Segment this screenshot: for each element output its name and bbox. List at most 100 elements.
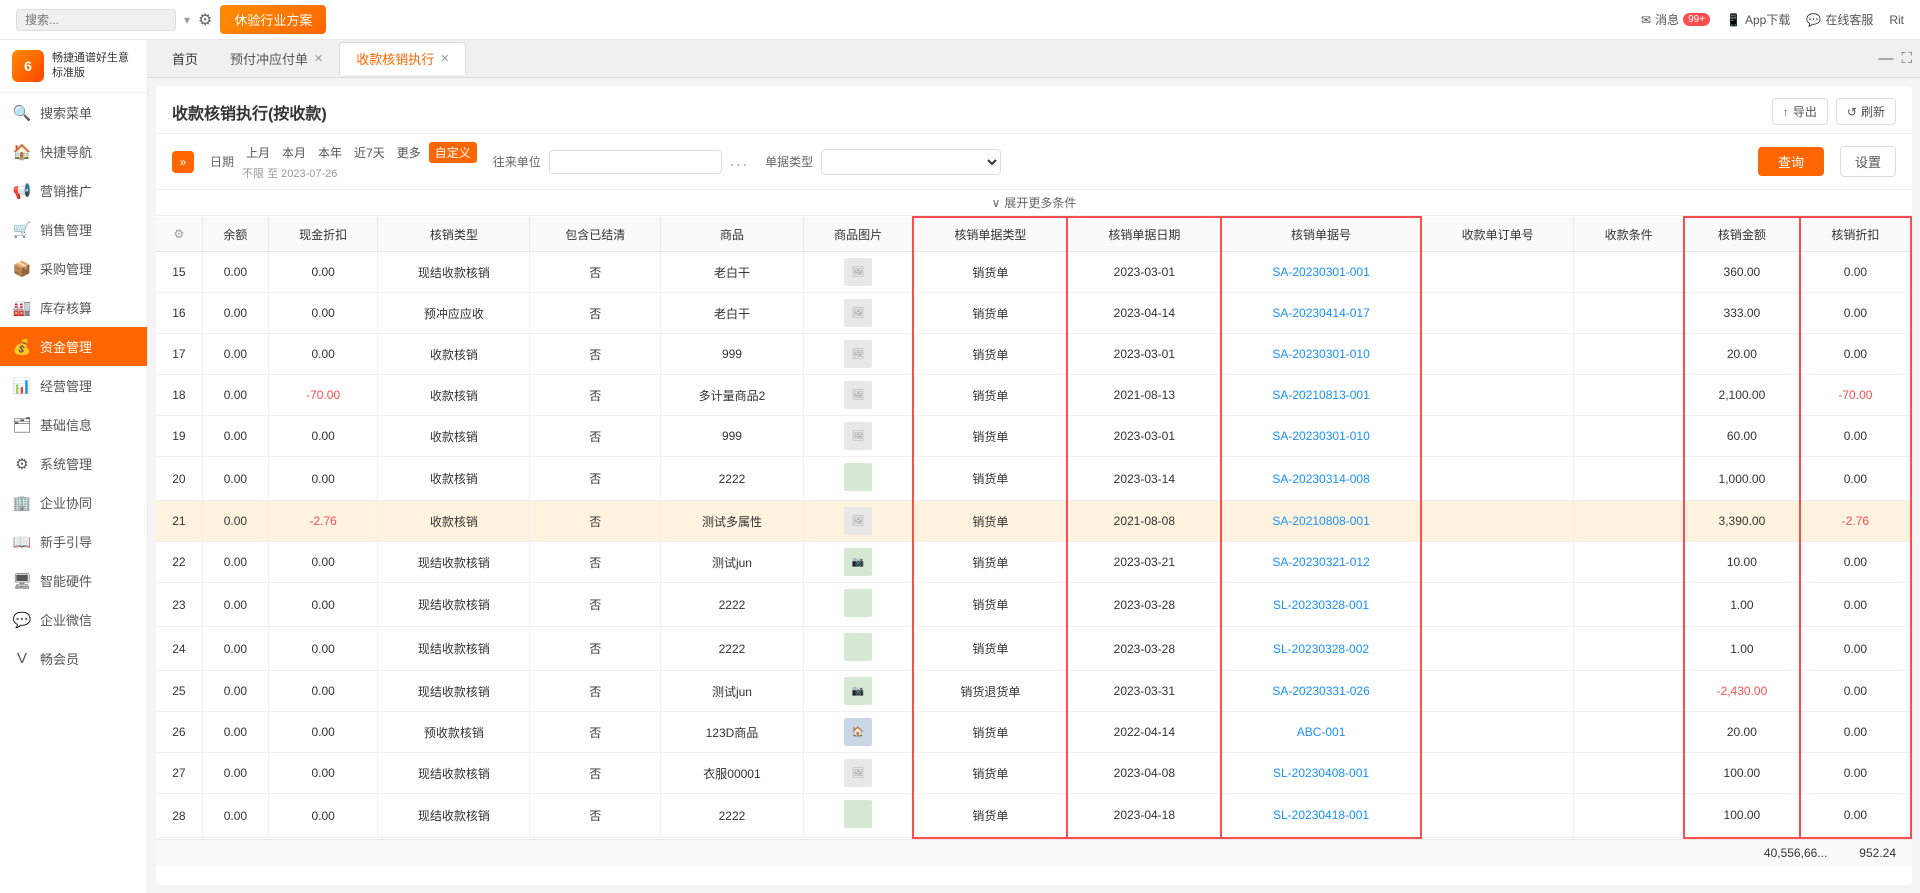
cell-bill-date: 2021-08-08 [1067,501,1221,542]
sidebar-item-label: 搜索菜单 [40,103,92,122]
cell-bill-date: 2023-03-21 [1067,542,1221,583]
sidebar-item-finance[interactable]: 💰资金管理 [0,327,147,366]
cell-writeoff-amount: 60.00 [1684,416,1800,457]
table-row[interactable]: 28 0.00 0.00 现结收款核销 否 2222 销货单 2023-04-1… [156,794,1911,838]
user-avatar[interactable]: Rit [1889,13,1904,27]
cell-bill-report-type: 销货单 [913,501,1067,542]
marketing-icon: 📢 [12,182,32,200]
bill-no-link[interactable]: SA-20230301-010 [1272,429,1369,443]
tab-prepay-close[interactable]: ✕ [314,52,323,65]
tab-minimize-button[interactable]: — [1878,50,1893,67]
refresh-button[interactable]: ↺ 刷新 [1836,98,1896,125]
cell-writeoff-discount: 0.00 [1800,712,1911,753]
table-row[interactable]: 24 0.00 0.00 现结收款核销 否 2222 销货单 2023-03-2… [156,627,1911,671]
gear-button[interactable]: ⚙ [198,10,212,30]
bill-no-link[interactable]: SA-20230321-012 [1272,555,1369,569]
cell-include-settled: 否 [530,334,661,375]
sidebar-item-inventory[interactable]: 🏭库存核算 [0,288,147,327]
bill-no-link[interactable]: SA-20230314-008 [1272,472,1369,486]
cell-writeoff-amount: 360.00 [1684,252,1800,293]
sidebar-item-marketing[interactable]: 📢营销推广 [0,171,147,210]
cell-bill-date: 2023-03-28 [1067,627,1221,671]
message-item[interactable]: ✉ 消息 99+ [1641,11,1710,28]
cell-bill-report-type: 销货退货单 [913,671,1067,712]
table-row[interactable]: 15 0.00 0.00 现结收款核销 否 老白干 🖼 销货单 2023-03-… [156,252,1911,293]
tab-home[interactable]: 首页 [156,43,214,74]
sidebar-item-purchase[interactable]: 📦采购管理 [0,249,147,288]
table-row[interactable]: 19 0.00 0.00 收款核销 否 999 🖼 销货单 2023-03-01… [156,416,1911,457]
cell-product: 老白干 [661,252,804,293]
bill-no-link[interactable]: SA-20230301-010 [1272,347,1369,361]
bill-no-link[interactable]: SA-20230301-001 [1272,265,1369,279]
bill-no-link[interactable]: SL-20230408-001 [1273,766,1369,780]
bill-no-link[interactable]: SL-20230328-002 [1273,642,1369,656]
sidebar-item-quicknav[interactable]: 🏠快捷导航 [0,132,147,171]
date-this-month[interactable]: 本月 [278,142,310,163]
sidebar-item-system[interactable]: ⚙系统管理 [0,444,147,483]
cell-balance: 0.00 [202,794,268,838]
sidebar-item-hardware[interactable]: 🖥智能硬件 [0,561,147,600]
wechat-icon: 💬 [12,611,32,629]
tab-collection[interactable]: 收款核销执行 ✕ [339,42,466,75]
tab-collection-close[interactable]: ✕ [440,52,449,65]
table-row[interactable]: 25 0.00 0.00 现结收款核销 否 测试jun 📷 销货退货单 2023… [156,671,1911,712]
bill-no-link[interactable]: SL-20230418-001 [1273,808,1369,822]
search-input[interactable] [16,9,176,31]
expand-button[interactable]: ∨ 展开更多条件 [992,194,1077,211]
cell-bill-report-type: 销货单 [913,334,1067,375]
corp-icon: 🏢 [12,494,32,512]
tab-maximize-button[interactable]: ⛶ [1901,50,1912,67]
bill-no-link[interactable]: ABC-001 [1297,725,1346,739]
cell-bill-date: 2023-03-14 [1067,457,1221,501]
bill-no-link[interactable]: SA-20210808-001 [1272,514,1369,528]
table-row[interactable]: 22 0.00 0.00 现结收款核销 否 测试jun 📷 销货单 2023-0… [156,542,1911,583]
table-row[interactable]: 20 0.00 0.00 收款核销 否 2222 销货单 2023-03-14 … [156,457,1911,501]
sidebar-item-wechat[interactable]: 💬企业微信 [0,600,147,639]
table-row[interactable]: 27 0.00 0.00 现结收款核销 否 衣服00001 🖼 销货单 2023… [156,753,1911,794]
col-settings-header[interactable]: ⚙ [156,217,202,252]
bill-no-link[interactable]: SA-20230331-026 [1272,684,1369,698]
cell-writeoff-amount: 100.00 [1684,753,1800,794]
bill-no-link[interactable]: SL-20230328-001 [1273,598,1369,612]
sidebar-item-label: 库存核算 [40,298,92,317]
date-more[interactable]: 更多 [393,142,425,163]
table-row[interactable]: 17 0.00 0.00 收款核销 否 999 🖼 销货单 2023-03-01… [156,334,1911,375]
export-button[interactable]: ↑ 导出 [1772,98,1828,125]
export-label: 导出 [1793,103,1817,120]
table-row[interactable]: 18 0.00 -70.00 收款核销 否 多计量商品2 🖼 销货单 2021-… [156,375,1911,416]
table-row[interactable]: 23 0.00 0.00 现结收款核销 否 2222 销货单 2023-03-2… [156,583,1911,627]
bill-type-label: 单据类型 [765,153,813,170]
date-last-month[interactable]: 上月 [242,142,274,163]
settings-button[interactable]: 设置 [1840,146,1896,177]
sidebar-item-sales[interactable]: 🛒销售管理 [0,210,147,249]
query-button[interactable]: 查询 [1758,147,1824,176]
filter-bill-type-section: 单据类型 [765,149,1001,175]
sidebar-item-corp[interactable]: 🏢企业协同 [0,483,147,522]
online-service-item[interactable]: 💬 在线客服 [1806,11,1873,28]
cell-bill-date: 2023-03-01 [1067,252,1221,293]
tab-prepay[interactable]: 预付冲应付单 ✕ [214,43,339,74]
sidebar-item-guide[interactable]: 📖新手引导 [0,522,147,561]
date-7days[interactable]: 近7天 [350,142,389,163]
partner-input[interactable] [549,150,722,174]
sidebar-item-search[interactable]: 🔍搜索菜单 [0,93,147,132]
cell-cash-discount: 0.00 [269,794,378,838]
table-row[interactable]: 26 0.00 0.00 预收款核销 否 123D商品 🏠 销货单 2022-0… [156,712,1911,753]
date-custom[interactable]: 自定义 [429,142,477,163]
sidebar-item-operations[interactable]: 📊经营管理 [0,366,147,405]
bill-no-link[interactable]: SA-20210813-001 [1272,388,1369,402]
cell-product: 999 [661,416,804,457]
sidebar-item-member[interactable]: V畅会员 [0,639,147,678]
industry-btn[interactable]: 休验行业方案 [220,5,326,34]
bill-no-link[interactable]: SA-20230414-017 [1272,306,1369,320]
date-this-year[interactable]: 本年 [314,142,346,163]
cell-balance: 0.00 [202,416,268,457]
app-download-item[interactable]: 📱 App下载 [1726,11,1790,28]
table-row[interactable]: 16 0.00 0.00 预冲应应收 否 老白干 🖼 销货单 2023-04-1… [156,293,1911,334]
cell-writeoff-type: 现结收款核销 [378,753,530,794]
filter-toggle-button[interactable]: » [172,151,194,173]
sidebar-item-basic[interactable]: 🗂基础信息 [0,405,147,444]
bill-type-select[interactable] [821,149,1001,175]
table-row[interactable]: 21 0.00 -2.76 收款核销 否 测试多属性 🖼 销货单 2021-08… [156,501,1911,542]
cell-collection-order [1421,416,1574,457]
